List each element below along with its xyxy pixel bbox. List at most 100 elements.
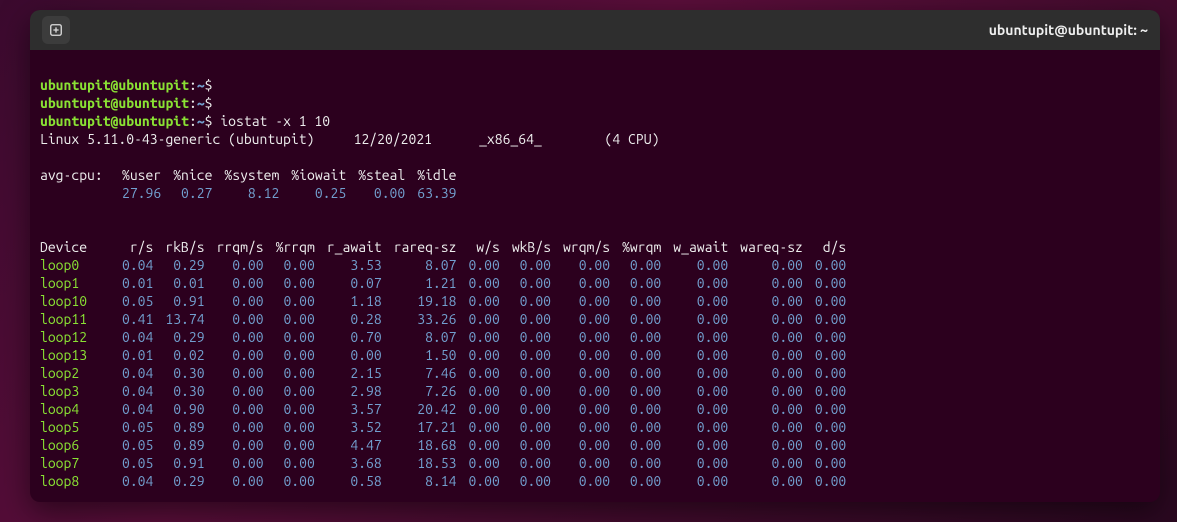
device-value: 0.00 <box>456 382 499 400</box>
device-value: 0.04 <box>110 382 153 400</box>
prompt-path: ~ <box>197 95 205 111</box>
device-value: 1.18 <box>315 292 382 310</box>
device-value: 0.00 <box>661 418 728 436</box>
cpu-header-row: avg-cpu:%user%nice%system%iowait%steal%i… <box>40 166 456 184</box>
device-name: loop6 <box>40 436 110 454</box>
device-value: 0.00 <box>803 418 846 436</box>
cpu-header-lead: avg-cpu: <box>40 166 110 184</box>
device-value: 0.00 <box>610 364 661 382</box>
device-name: loop1 <box>40 274 110 292</box>
device-value: 0.30 <box>153 382 204 400</box>
prompt-sep: : <box>189 113 197 129</box>
device-col-header: d/s <box>803 238 846 256</box>
device-value: 0.00 <box>661 274 728 292</box>
device-value: 0.00 <box>728 400 803 418</box>
device-value: 0.29 <box>153 256 204 274</box>
device-value: 0.05 <box>110 454 153 472</box>
device-value: 20.42 <box>382 400 457 418</box>
device-col-header: r/s <box>110 238 153 256</box>
device-value: 0.00 <box>205 274 264 292</box>
device-value: 0.05 <box>110 292 153 310</box>
device-value: 0.00 <box>551 274 610 292</box>
device-value: 0.00 <box>264 346 315 364</box>
device-value: 0.00 <box>610 292 661 310</box>
device-value: 0.00 <box>456 400 499 418</box>
device-value: 0.00 <box>728 346 803 364</box>
new-tab-icon <box>49 23 63 37</box>
device-value: 0.00 <box>803 436 846 454</box>
device-value: 7.26 <box>382 382 457 400</box>
device-value: 0.00 <box>728 382 803 400</box>
device-value: 0.00 <box>205 292 264 310</box>
device-value: 0.00 <box>551 364 610 382</box>
cpu-v-nice: 0.27 <box>161 184 212 202</box>
avg-cpu-table: avg-cpu:%user%nice%system%iowait%steal%i… <box>40 166 456 202</box>
device-value: 0.29 <box>153 328 204 346</box>
table-row: loop40.040.900.000.003.5720.420.000.000.… <box>40 400 846 418</box>
device-value: 0.00 <box>661 364 728 382</box>
device-value: 0.00 <box>551 454 610 472</box>
device-value: 0.00 <box>500 256 551 274</box>
cpu-h-user: %user <box>110 166 161 184</box>
device-value: 0.00 <box>661 256 728 274</box>
device-value: 0.00 <box>456 328 499 346</box>
cpu-h-iowait: %iowait <box>279 166 346 184</box>
device-value: 0.00 <box>610 400 661 418</box>
cpu-h-steal: %steal <box>346 166 405 184</box>
device-value: 0.00 <box>500 382 551 400</box>
device-value: 0.00 <box>456 472 499 490</box>
device-value: 0.89 <box>153 418 204 436</box>
prompt-dollar: $ <box>205 95 213 111</box>
device-value: 0.90 <box>153 400 204 418</box>
device-value: 0.28 <box>315 310 382 328</box>
device-value: 0.00 <box>500 400 551 418</box>
device-value: 0.00 <box>728 328 803 346</box>
table-row: loop10.010.010.000.000.071.210.000.000.0… <box>40 274 846 292</box>
device-value: 0.00 <box>803 346 846 364</box>
device-value: 0.89 <box>153 436 204 454</box>
device-value: 0.00 <box>205 328 264 346</box>
device-value: 0.00 <box>610 436 661 454</box>
device-value: 0.00 <box>661 472 728 490</box>
titlebar[interactable]: ubuntupit@ubuntupit: ~ <box>30 10 1160 50</box>
device-value: 0.00 <box>728 472 803 490</box>
device-value: 0.01 <box>153 274 204 292</box>
device-value: 8.07 <box>382 256 457 274</box>
device-col-header: w_await <box>661 238 728 256</box>
device-value: 0.00 <box>205 310 264 328</box>
device-value: 0.00 <box>551 382 610 400</box>
prompt-sep: : <box>189 77 197 93</box>
device-value: 8.07 <box>382 328 457 346</box>
device-value: 0.05 <box>110 418 153 436</box>
device-value: 0.00 <box>456 418 499 436</box>
device-value: 0.00 <box>728 454 803 472</box>
device-value: 0.00 <box>728 436 803 454</box>
device-value: 0.00 <box>610 418 661 436</box>
table-row: loop60.050.890.000.004.4718.680.000.000.… <box>40 436 846 454</box>
device-value: 0.00 <box>661 436 728 454</box>
device-value: 0.00 <box>661 328 728 346</box>
table-row: loop00.040.290.000.003.538.070.000.000.0… <box>40 256 846 274</box>
device-value: 0.00 <box>500 472 551 490</box>
device-value: 0.58 <box>315 472 382 490</box>
prompt-user: ubuntupit@ubuntupit <box>40 95 189 111</box>
device-value: 0.00 <box>803 310 846 328</box>
device-value: 0.00 <box>728 310 803 328</box>
device-value: 0.00 <box>205 436 264 454</box>
window-title: ubuntupit@ubuntupit: ~ <box>989 22 1148 38</box>
device-value: 0.00 <box>500 454 551 472</box>
device-value: 0.00 <box>456 310 499 328</box>
new-tab-button[interactable] <box>42 16 70 44</box>
device-value: 0.02 <box>153 346 204 364</box>
device-value: 0.00 <box>661 382 728 400</box>
device-value: 0.00 <box>728 256 803 274</box>
device-value: 0.00 <box>264 292 315 310</box>
device-col-header: wrqm/s <box>551 238 610 256</box>
device-name: loop7 <box>40 454 110 472</box>
device-value: 0.00 <box>803 328 846 346</box>
terminal-body[interactable]: ubuntupit@ubuntupit:~$ ubuntupit@ubuntup… <box>30 50 1160 502</box>
cpu-v-steal: 0.00 <box>346 184 405 202</box>
device-value: 17.21 <box>382 418 457 436</box>
device-value: 8.14 <box>382 472 457 490</box>
device-value: 0.00 <box>661 454 728 472</box>
